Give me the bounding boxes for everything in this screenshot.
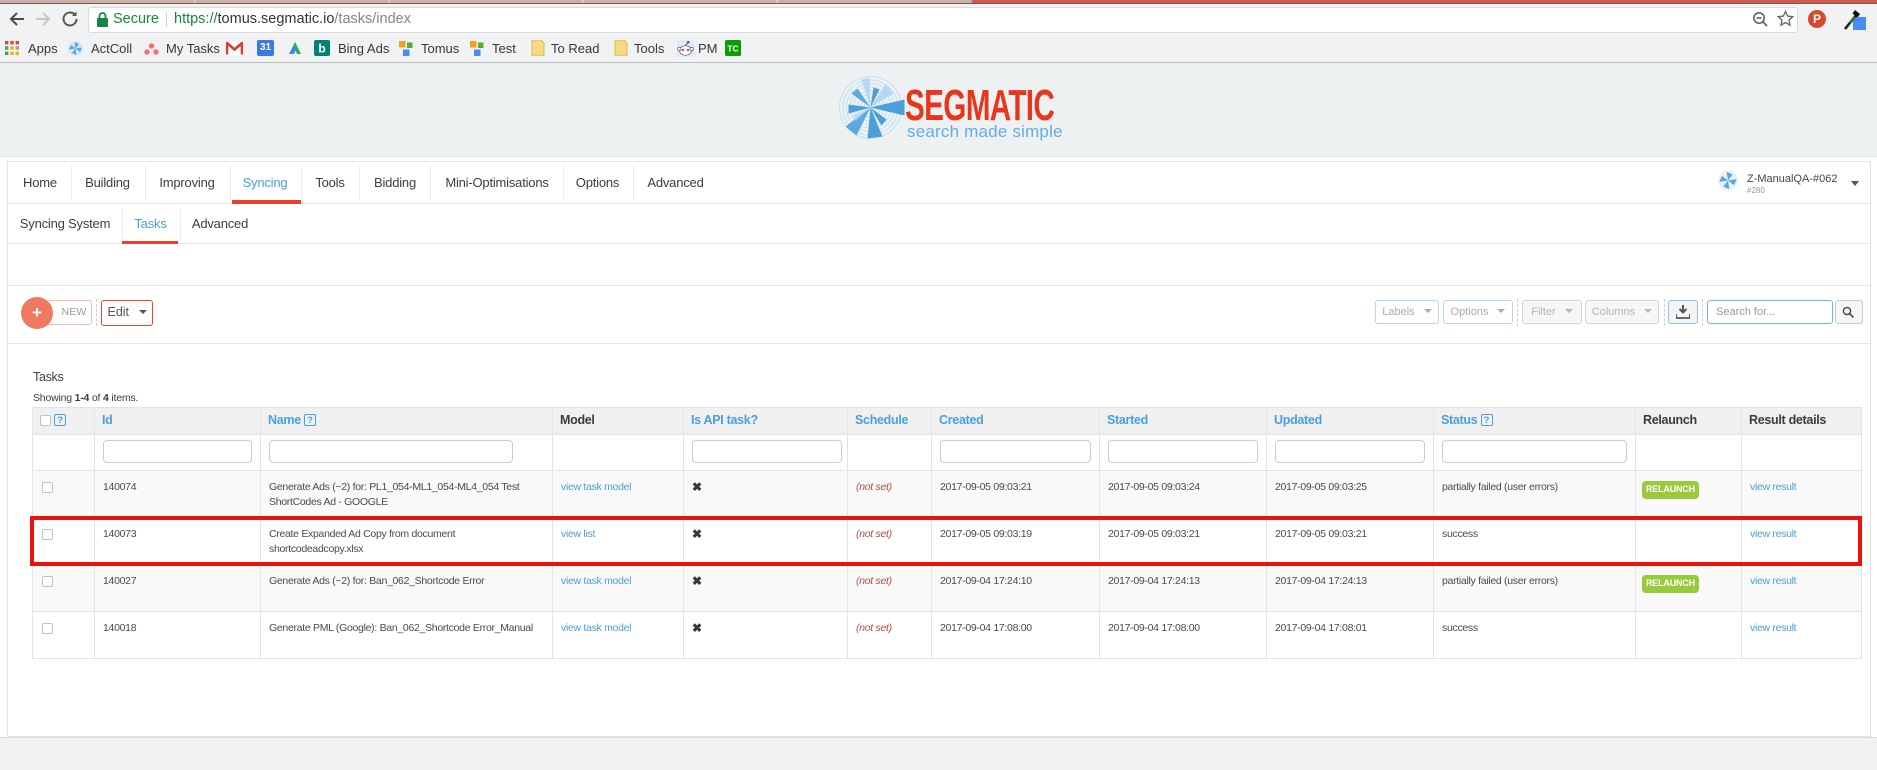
svg-text:TC: TC [727,44,738,54]
svg-text:b: b [318,42,325,56]
